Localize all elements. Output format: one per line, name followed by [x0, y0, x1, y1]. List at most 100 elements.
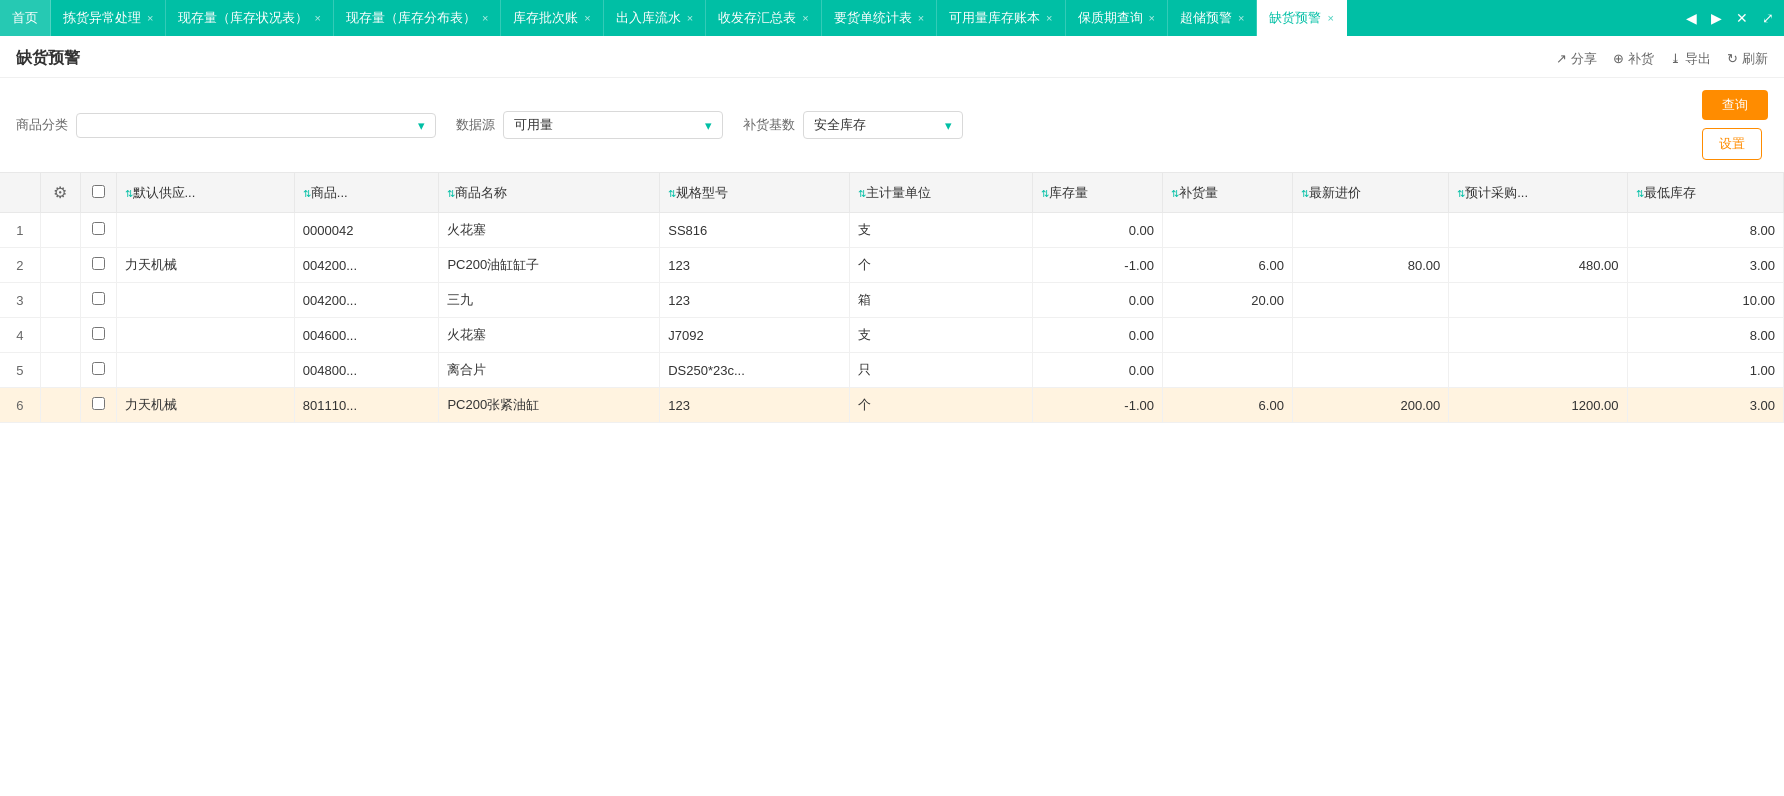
nav-tab-close-1[interactable]: ×	[147, 12, 153, 24]
nav-tab-7[interactable]: 要货单统计表×	[822, 0, 937, 36]
th-min_stock[interactable]: ⇅最低库存	[1627, 173, 1783, 213]
th-stock_qty[interactable]: ⇅库存量	[1033, 173, 1163, 213]
nav-tab-close-2[interactable]: ×	[314, 12, 320, 24]
th-estimated_purchase[interactable]: ⇅预计采购...	[1449, 173, 1627, 213]
col-label-latest_price: 最新进价	[1309, 185, 1361, 200]
replenish-action[interactable]: ⊕ 补货	[1613, 50, 1654, 68]
nav-tab-close-6[interactable]: ×	[802, 12, 808, 24]
nav-tab-3[interactable]: 现存量（库存分布表）×	[334, 0, 501, 36]
cell-check-2[interactable]	[80, 283, 116, 318]
nav-tab-label-2: 现存量（库存状况表）	[178, 9, 308, 27]
gear-icon[interactable]: ⚙	[53, 184, 67, 201]
nav-tab-close-10[interactable]: ×	[1238, 12, 1244, 24]
row-checkbox-4[interactable]	[92, 362, 105, 375]
cell-check-0[interactable]	[80, 213, 116, 248]
th-check	[80, 173, 116, 213]
th-product_name[interactable]: ⇅商品名称	[439, 173, 660, 213]
nav-tab-0[interactable]: 首页	[0, 0, 51, 36]
sort-icon-replenish_qty: ⇅	[1171, 188, 1179, 199]
table-row: 10000042火花塞SS816支0.008.00	[0, 213, 1784, 248]
nav-tab-10[interactable]: 超储预警×	[1168, 0, 1257, 36]
th-unit[interactable]: ⇅主计量单位	[850, 173, 1033, 213]
nav-tab-label-5: 出入库流水	[616, 9, 681, 27]
export-action[interactable]: ⤓ 导出	[1670, 50, 1711, 68]
row-checkbox-2[interactable]	[92, 292, 105, 305]
filter-actions: 查询 设置	[1702, 90, 1768, 160]
cell-stock_qty-5: -1.00	[1033, 388, 1163, 423]
cell-default_supplier-5: 力天机械	[116, 388, 294, 423]
datasource-select-value: 可用量	[514, 116, 553, 134]
settings-button[interactable]: 设置	[1702, 128, 1762, 160]
cell-settings-4	[40, 353, 80, 388]
cell-unit-5: 个	[850, 388, 1033, 423]
nav-tab-close-9[interactable]: ×	[1149, 12, 1155, 24]
share-action[interactable]: ↗ 分享	[1556, 50, 1597, 68]
th-default_supplier[interactable]: ⇅默认供应...	[116, 173, 294, 213]
nav-tab-close-7[interactable]: ×	[918, 12, 924, 24]
commodity-filter-group: 商品分类 ▾	[16, 113, 436, 138]
nav-tab-5[interactable]: 出入库流水 ×	[604, 0, 706, 36]
nav-expand-btn[interactable]: ⤢	[1756, 6, 1780, 30]
nav-close-btn[interactable]: ✕	[1730, 6, 1754, 30]
cell-stock_qty-1: -1.00	[1033, 248, 1163, 283]
nav-tab-close-5[interactable]: ×	[687, 12, 693, 24]
datasource-select[interactable]: 可用量 ▾	[503, 111, 723, 139]
nav-tab-label-9: 保质期查询	[1078, 9, 1143, 27]
col-label-min_stock: 最低库存	[1644, 185, 1696, 200]
th-replenish_qty[interactable]: ⇅补货量	[1162, 173, 1292, 213]
th-latest_price[interactable]: ⇅最新进价	[1292, 173, 1448, 213]
nav-tab-4[interactable]: 库存批次账×	[501, 0, 603, 36]
cell-spec-1: 123	[660, 248, 850, 283]
nav-tab-1[interactable]: 拣货异常处理 ×	[51, 0, 166, 36]
cell-check-4[interactable]	[80, 353, 116, 388]
nav-bar: 首页拣货异常处理×现存量（库存状况表）×现存量（库存分布表）×库存批次账×出入库…	[0, 0, 1784, 36]
cell-check-3[interactable]	[80, 318, 116, 353]
nav-tab-close-8[interactable]: ×	[1046, 12, 1052, 24]
cell-settings-3	[40, 318, 80, 353]
commodity-select[interactable]: ▾	[76, 113, 436, 138]
cell-spec-2: 123	[660, 283, 850, 318]
nav-tab-2[interactable]: 现存量（库存状况表） ×	[166, 0, 333, 36]
cell-estimated_purchase-1: 480.00	[1449, 248, 1627, 283]
nav-tab-label-1: 拣货异常处理	[63, 9, 141, 27]
main-content: 缺货预警 ↗ 分享 ⊕ 补货 ⤓ 导出 ↻ 刷新 商品分类	[0, 36, 1784, 796]
refresh-action[interactable]: ↻ 刷新	[1727, 50, 1768, 68]
th-product_code[interactable]: ⇅商品...	[294, 173, 439, 213]
nav-tab-close-11[interactable]: ×	[1327, 12, 1333, 24]
nav-tab-9[interactable]: 保质期查询 ×	[1066, 0, 1168, 36]
select-all-checkbox[interactable]	[92, 185, 105, 198]
nav-tab-close-4[interactable]: ×	[584, 12, 590, 24]
row-checkbox-1[interactable]	[92, 257, 105, 270]
row-checkbox-5[interactable]	[92, 397, 105, 410]
nav-tab-label-0: 首页	[12, 9, 38, 27]
nav-tab-11[interactable]: 缺货预警×	[1257, 0, 1346, 36]
row-checkbox-3[interactable]	[92, 327, 105, 340]
cell-latest_price-1: 80.00	[1292, 248, 1448, 283]
replenish-label: 补货	[1628, 50, 1654, 68]
data-table: ⚙⇅默认供应...⇅商品...⇅商品名称⇅规格型号⇅主计量单位⇅库存量⇅补货量⇅…	[0, 172, 1784, 423]
nav-next-btn[interactable]: ▶	[1705, 6, 1728, 30]
nav-tab-label-6: 收发存汇总表	[718, 9, 796, 27]
nav-prev-btn[interactable]: ◀	[1680, 6, 1703, 30]
cell-estimated_purchase-3	[1449, 318, 1627, 353]
cell-replenish_qty-5: 6.00	[1162, 388, 1292, 423]
cell-rownum-0: 1	[0, 213, 40, 248]
cell-product_code-5: 801110...	[294, 388, 439, 423]
nav-tab-6[interactable]: 收发存汇总表 ×	[706, 0, 821, 36]
nav-tab-8[interactable]: 可用量库存账本 ×	[937, 0, 1065, 36]
cell-check-1[interactable]	[80, 248, 116, 283]
cell-min_stock-4: 1.00	[1627, 353, 1783, 388]
cell-rownum-5: 6	[0, 388, 40, 423]
nav-tab-close-3[interactable]: ×	[482, 12, 488, 24]
replenish-base-select[interactable]: 安全库存 ▾	[803, 111, 963, 139]
cell-check-5[interactable]	[80, 388, 116, 423]
cell-latest_price-0	[1292, 213, 1448, 248]
th-spec[interactable]: ⇅规格型号	[660, 173, 850, 213]
datasource-label: 数据源	[456, 116, 495, 134]
refresh-icon: ↻	[1727, 51, 1738, 66]
cell-product_name-4: 离合片	[439, 353, 660, 388]
query-button[interactable]: 查询	[1702, 90, 1768, 120]
row-checkbox-0[interactable]	[92, 222, 105, 235]
nav-tab-label-8: 可用量库存账本	[949, 9, 1040, 27]
table-container: ⚙⇅默认供应...⇅商品...⇅商品名称⇅规格型号⇅主计量单位⇅库存量⇅补货量⇅…	[0, 172, 1784, 423]
